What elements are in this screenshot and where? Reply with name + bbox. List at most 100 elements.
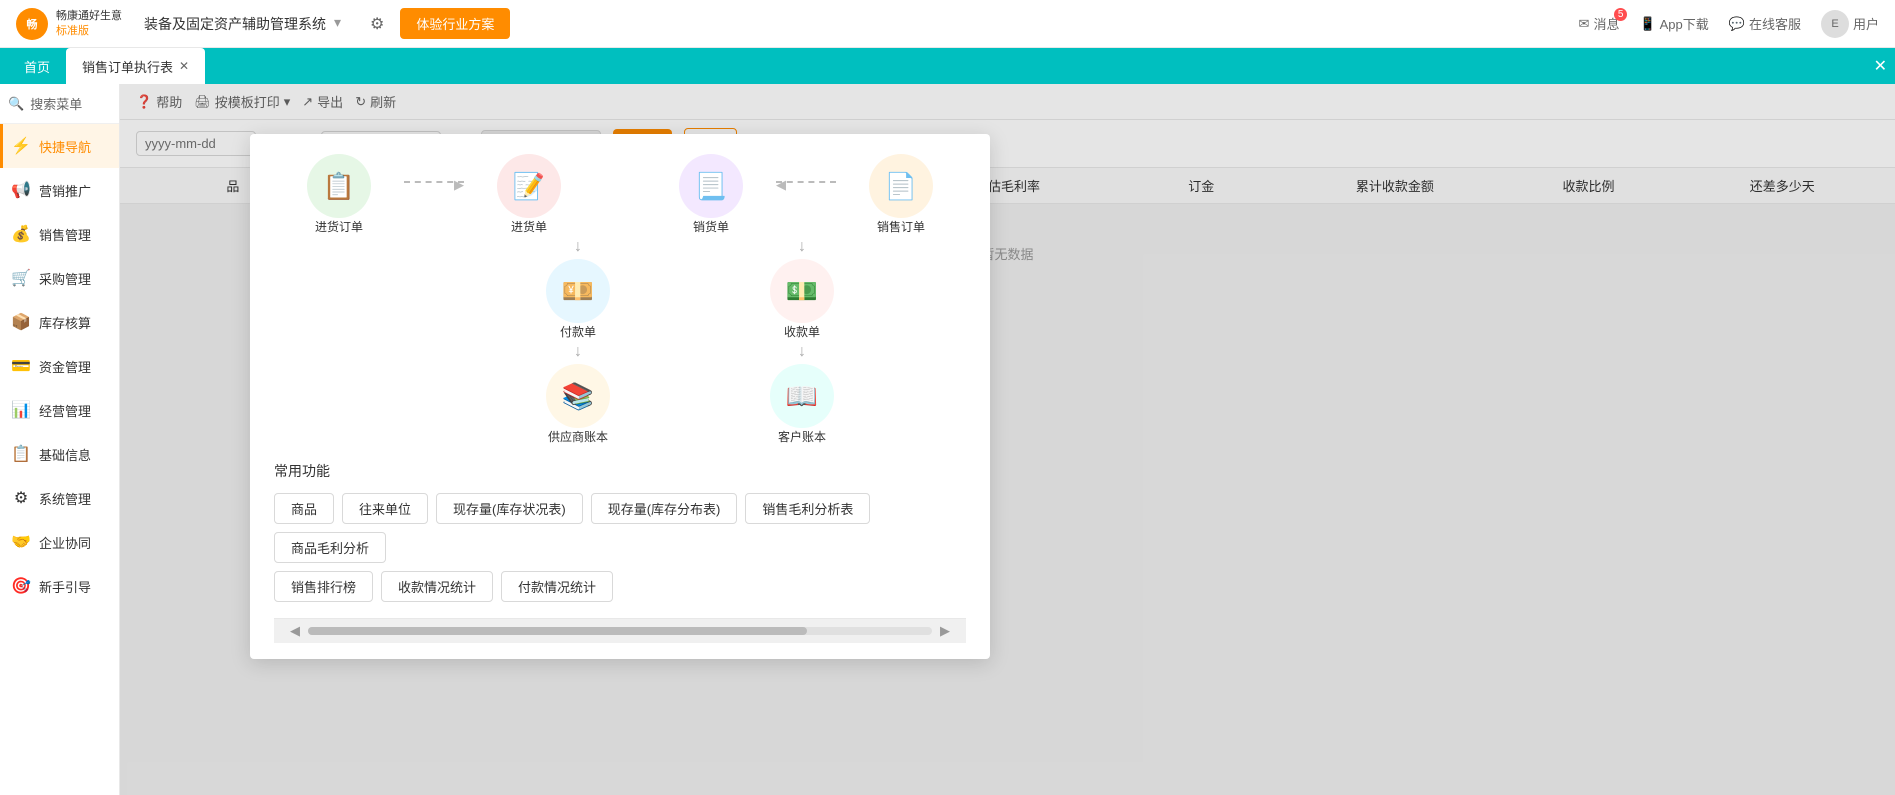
flow-col-receipt: 💵 收款单	[722, 259, 882, 340]
sidebar-item-system[interactable]: ⚙ 系统管理	[0, 476, 119, 520]
arrow-h2: ◀	[776, 181, 836, 193]
system-icon: ⚙	[11, 488, 31, 508]
online-service-item[interactable]: 💬 在线客服	[1729, 14, 1801, 33]
search-menu-label: 搜索菜单	[30, 94, 82, 113]
system-title: 装备及固定资产辅助管理系统	[144, 14, 326, 34]
func-btn-sales-profit[interactable]: 销售毛利分析表	[745, 493, 870, 524]
inventory-icon: 📦	[11, 312, 31, 332]
receipt-icon[interactable]: 💵	[770, 259, 834, 323]
logo-text: 畅康通好生意 标准版	[56, 9, 122, 38]
sidebar: 🔍 搜索菜单 ⚡ 快捷导航 📢 营销推广 💰 销售管理 🛒 采购管理 📦	[0, 84, 120, 795]
purchase-order-icon[interactable]: 📋	[307, 154, 371, 218]
purchase-order-label: 进货订单	[315, 218, 363, 235]
sidebar-item-quick-nav[interactable]: ⚡ 快捷导航	[0, 124, 119, 168]
sales-tab-label: 销售订单执行表	[82, 57, 173, 76]
sidebar-item-finance[interactable]: 💳 资金管理	[0, 344, 119, 388]
search-menu[interactable]: 🔍 搜索菜单	[0, 84, 119, 124]
sales-order-label: 销售订单	[877, 218, 925, 235]
sidebar-item-marketing[interactable]: 📢 营销推广	[0, 168, 119, 212]
app-download-item[interactable]: 📱 App下载	[1639, 14, 1708, 33]
sidebar-item-collab[interactable]: 🤝 企业协同	[0, 520, 119, 564]
user-avatar: E	[1821, 10, 1849, 38]
customer-ledger-label: 客户账本	[778, 428, 826, 445]
basic-info-icon: 📋	[11, 444, 31, 464]
logo-icon: 畅	[16, 8, 48, 40]
arrow-h1: ▶	[404, 181, 464, 193]
func-btn-stock-dist[interactable]: 现存量(库存分布表)	[591, 493, 738, 524]
marketing-icon: 📢	[11, 180, 31, 200]
tab-bar-close-icon[interactable]: ✕	[1874, 56, 1887, 76]
payment-label: 付款单	[560, 323, 596, 340]
v-arrow-receipt: ↓	[722, 343, 882, 361]
tab-sales-order[interactable]: 销售订单执行表 ✕	[66, 48, 205, 84]
tab-home[interactable]: 首页	[8, 48, 66, 84]
func-btn-receipt-stats[interactable]: 收款情况统计	[381, 571, 493, 602]
sidebar-item-guide[interactable]: 🎯 新手引导	[0, 564, 119, 608]
flow-col-sales-order: 📄 销售订单	[836, 154, 966, 235]
sidebar-item-sales[interactable]: 💰 销售管理	[0, 212, 119, 256]
payment-icon[interactable]: 💴	[546, 259, 610, 323]
basic-info-label: 基础信息	[39, 445, 91, 464]
sidebar-nav: ⚡ 快捷导航 📢 营销推广 💰 销售管理 🛒 采购管理 📦 库存核算 💳	[0, 124, 119, 795]
message-item[interactable]: ✉ 5 消息	[1579, 14, 1620, 33]
quick-nav-label: 快捷导航	[39, 137, 91, 156]
sales-order-icon[interactable]: 📄	[869, 154, 933, 218]
sidebar-item-operations[interactable]: 📊 经营管理	[0, 388, 119, 432]
guide-label: 新手引导	[39, 577, 91, 596]
func-buttons-row2: 销售排行榜 收款情况统计 付款情况统计	[274, 571, 966, 602]
settings-icon[interactable]: ⚙	[370, 14, 384, 34]
inventory-label: 库存核算	[39, 313, 91, 332]
flow-col-supplier-ledger: 📚 供应商账本	[498, 364, 658, 445]
system-dropdown-icon[interactable]: ▾	[334, 14, 354, 34]
user-item[interactable]: E 用户	[1821, 10, 1879, 38]
scroll-left-icon[interactable]: ◀	[290, 623, 300, 639]
scroll-track[interactable]	[308, 627, 932, 635]
trial-button[interactable]: 体验行业方案	[400, 8, 510, 39]
marketing-label: 营销推广	[39, 181, 91, 200]
sales-label: 销售管理	[39, 225, 91, 244]
sales-slip-icon[interactable]: 📃	[679, 154, 743, 218]
func-btn-goods-profit[interactable]: 商品毛利分析	[274, 532, 386, 563]
func-btn-stock-status[interactable]: 现存量(库存状况表)	[436, 493, 583, 524]
v-arrow-sales: ↓	[722, 238, 882, 256]
collab-label: 企业协同	[39, 533, 91, 552]
message-icon: ✉	[1579, 16, 1590, 32]
modal-scroll-bar: ◀ ▶	[274, 618, 966, 643]
tab-close-icon[interactable]: ✕	[179, 59, 189, 73]
main-layout: 🔍 搜索菜单 ⚡ 快捷导航 📢 营销推广 💰 销售管理 🛒 采购管理 📦	[0, 84, 1895, 795]
finance-icon: 💳	[11, 356, 31, 376]
supplier-ledger-label: 供应商账本	[548, 428, 608, 445]
supplier-ledger-icon[interactable]: 📚	[546, 364, 610, 428]
sidebar-item-inventory[interactable]: 📦 库存核算	[0, 300, 119, 344]
sales-icon: 💰	[11, 224, 31, 244]
common-func-section: 常用功能 商品 往来单位 现存量(库存状况表) 现存量(库存分布表) 销售毛利分…	[274, 461, 966, 602]
func-btn-payment-stats[interactable]: 付款情况统计	[501, 571, 613, 602]
purchase-icon: 🛒	[11, 268, 31, 288]
func-buttons-row1: 商品 往来单位 现存量(库存状况表) 现存量(库存分布表) 销售毛利分析表 商品…	[274, 493, 966, 563]
online-service-label: 在线客服	[1749, 14, 1801, 33]
tab-bar: 首页 销售订单执行表 ✕ ✕	[0, 48, 1895, 84]
func-btn-goods[interactable]: 商品	[274, 493, 334, 524]
customer-ledger-icon[interactable]: 📖	[770, 364, 834, 428]
purchase-label: 采购管理	[39, 269, 91, 288]
flow-col-payment: 💴 付款单	[498, 259, 658, 340]
sidebar-item-basic-info[interactable]: 📋 基础信息	[0, 432, 119, 476]
content-area: ❓ 帮助 🖨 按模板打印 ▾ ↗ 导出 ↻ 刷新 📅 — 📅	[120, 84, 1895, 795]
func-btn-sales-rank[interactable]: 销售排行榜	[274, 571, 373, 602]
v-arrow-payment: ↓	[498, 343, 658, 361]
system-label: 系统管理	[39, 489, 91, 508]
purchase-slip-label: 进货单	[511, 218, 547, 235]
collab-icon: 🤝	[11, 532, 31, 552]
purchase-slip-icon[interactable]: 📝	[497, 154, 561, 218]
quick-nav-modal: 📋 进货订单 ▶ 📝 进货单	[250, 134, 990, 659]
scroll-thumb	[308, 627, 807, 635]
func-btn-partners[interactable]: 往来单位	[342, 493, 428, 524]
flow-col-purchase-slip: 📝 进货单	[464, 154, 594, 235]
service-icon: 💬	[1729, 16, 1745, 32]
quick-nav-icon: ⚡	[11, 136, 31, 156]
v-arrow-purchase: ↓	[498, 238, 658, 256]
sidebar-item-purchase[interactable]: 🛒 采购管理	[0, 256, 119, 300]
flow-col-sales-slip: 📃 销货单	[646, 154, 776, 235]
scroll-right-icon[interactable]: ▶	[940, 623, 950, 639]
download-icon: 📱	[1639, 16, 1655, 32]
